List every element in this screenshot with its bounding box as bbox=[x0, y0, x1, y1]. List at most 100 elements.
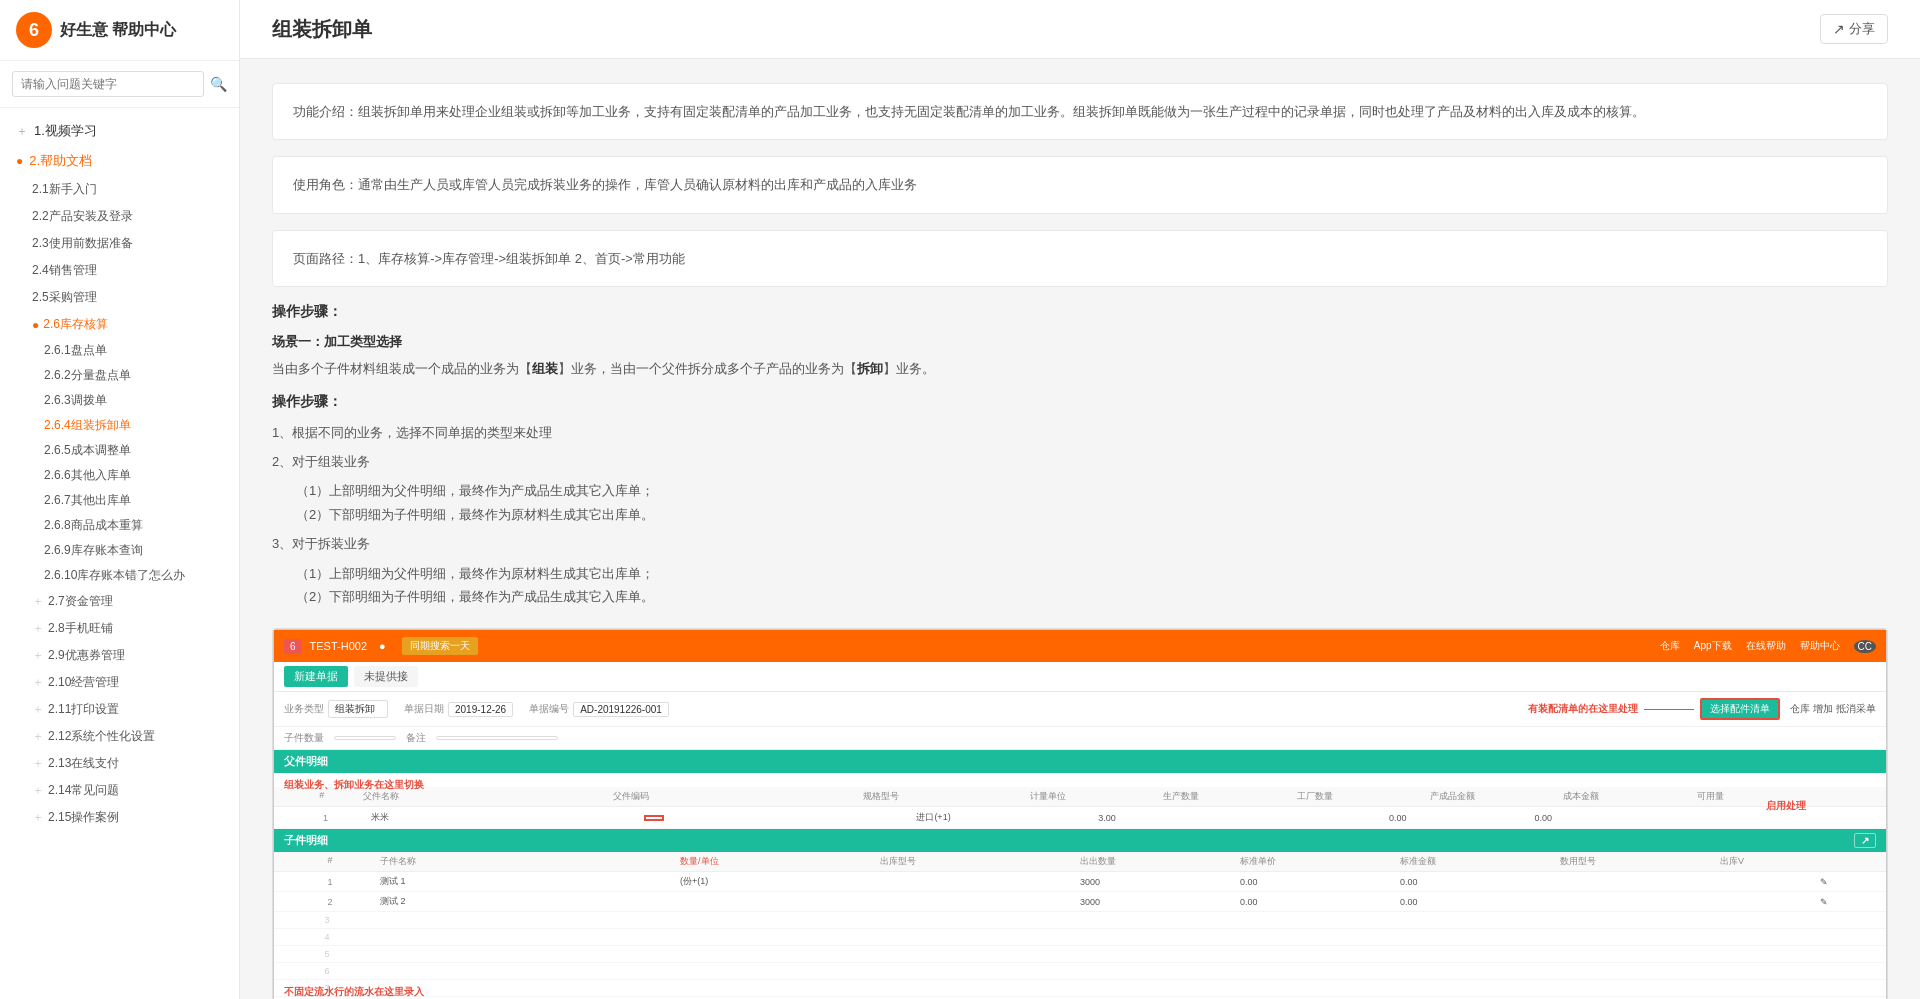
ops-steps-title: 操作步骤： bbox=[272, 393, 1888, 411]
sidebar-item-cost-recalc[interactable]: 2.6.8商品成本重算 bbox=[0, 513, 239, 538]
mock-tab-inactive[interactable]: 未提供接 bbox=[354, 666, 418, 687]
mock-lower-row5: 5 bbox=[274, 946, 1886, 963]
screenshot-container: 6 TEST-H002 ● 同期搜索一天 仓库 App下载 在线帮助 帮助中心 … bbox=[272, 628, 1888, 999]
disassemble-steps: （1）上部明细为父件明细，最终作为原材料生成其它出库单； （2）下部明细为子件明… bbox=[296, 562, 1888, 609]
mock-annotation-freeform: 不固定流水行的流水在这里录入 bbox=[284, 985, 424, 999]
sidebar-item-ledger-fix[interactable]: 2.6.10库存账本错了怎么办 bbox=[0, 563, 239, 588]
mock-upper-section: 父件明细 组装业务、拆卸业务在这里切换 # 父件名称 父件编码 规格型号 计量单… bbox=[274, 750, 1886, 829]
sidebar-item-print[interactable]: ＋ 2.11打印设置 bbox=[0, 696, 239, 723]
mock-lower-section: 子件明细 ↗ 启用处理 # 子件名称 数量/单位 出库型号 出出数量 标 bbox=[274, 829, 1886, 997]
sidebar-header: 6 好生意 帮助中心 bbox=[0, 0, 239, 61]
mock-lower-row1: 1 测试 1 (份+(1) 3000 0.00 0.00 ✎ bbox=[274, 872, 1886, 892]
mock-bom-btn[interactable]: 选择配件清单 bbox=[1700, 698, 1780, 720]
plus-small-icon5: ＋ bbox=[32, 701, 44, 718]
mock-field-type: 业务类型 组装拆卸 bbox=[284, 700, 388, 718]
mock-section-header-lower: 子件明细 ↗ bbox=[274, 829, 1886, 852]
info-block-role: 使用角色：通常由生产人员或库管人员完成拆装业务的操作，库管人员确认原材料的出库和… bbox=[272, 156, 1888, 213]
minus-small-icon: ● bbox=[32, 318, 39, 332]
mock-topbar: 6 TEST-H002 ● 同期搜索一天 仓库 App下载 在线帮助 帮助中心 … bbox=[274, 630, 1886, 662]
step2: 2、对于组装业务 bbox=[272, 450, 1888, 473]
info-block-feature: 功能介绍：组装拆卸单用来处理企业组装或拆卸等加工业务，支持有固定装配清单的产品加… bbox=[272, 83, 1888, 140]
sidebar-item-cases[interactable]: ＋ 2.15操作案例 bbox=[0, 804, 239, 831]
logo-icon: 6 bbox=[16, 12, 52, 48]
assemble-step-1: （1）上部明细为父件明细，最终作为产成品生成其它入库单； bbox=[296, 479, 1888, 502]
sidebar-item-stocktake[interactable]: 2.6.1盘点单 bbox=[0, 338, 239, 363]
plus-small-icon4: ＋ bbox=[32, 674, 44, 691]
sidebar-item-inventory[interactable]: ● 2.6库存核算 bbox=[0, 311, 239, 338]
plus-small-icon9: ＋ bbox=[32, 809, 44, 826]
mock-sync-btn[interactable]: 同期搜索一天 bbox=[402, 637, 478, 655]
mock-avatar: CC bbox=[1854, 640, 1876, 653]
sidebar-item-coupon[interactable]: ＋ 2.9优惠券管理 bbox=[0, 642, 239, 669]
sidebar-item-faq[interactable]: ＋ 2.14常见问题 bbox=[0, 777, 239, 804]
sidebar-item-sales[interactable]: 2.4销售管理 bbox=[0, 257, 239, 284]
mock-lower-row6: 6 bbox=[274, 963, 1886, 980]
sidebar-nav: ＋ 1.视频学习 ● 2.帮助文档 2.1新手入门 2.2产品安装及登录 2.3… bbox=[0, 108, 239, 999]
sidebar-item-transfer[interactable]: 2.6.3调拨单 bbox=[0, 388, 239, 413]
assemble-steps: （1）上部明细为父件明细，最终作为产成品生成其它入库单； （2）下部明细为子件明… bbox=[296, 479, 1888, 526]
sidebar-item-assembly[interactable]: 2.6.4组装拆卸单 bbox=[0, 413, 239, 438]
mock-secondbar: 新建单据 未提供接 bbox=[274, 662, 1886, 692]
disassemble-step-2: （2）下部明细为子件明细，最终作为产成品生成其它入库单。 bbox=[296, 585, 1888, 608]
mock-expand-btn[interactable]: ↗ bbox=[1854, 833, 1876, 848]
mock-upper-row1: 1 米米 进口(+1) 3.00 0.00 0.00 bbox=[274, 807, 1886, 829]
ops-title: 操作步骤： bbox=[272, 303, 1888, 321]
main-content: 组装拆卸单 ↗ 分享 功能介绍：组装拆卸单用来处理企业组装或拆卸等加工业务，支持… bbox=[240, 0, 1920, 999]
sidebar-item-payment[interactable]: ＋ 2.13在线支付 bbox=[0, 750, 239, 777]
search-input[interactable] bbox=[12, 71, 204, 97]
sidebar-item-video-learning[interactable]: ＋ 1.视频学习 bbox=[0, 116, 239, 146]
disassemble-step-1: （1）上部明细为父件明细，最终作为原材料生成其它出库单； bbox=[296, 562, 1888, 585]
sidebar-item-mobile[interactable]: ＋ 2.8手机旺铺 bbox=[0, 615, 239, 642]
sidebar-item-beginner[interactable]: 2.1新手入门 bbox=[0, 176, 239, 203]
share-button[interactable]: ↗ 分享 bbox=[1820, 14, 1888, 44]
mock-field-number: 单据编号 AD-20191226-001 bbox=[529, 702, 669, 717]
sidebar-item-customize[interactable]: ＋ 2.12系统个性化设置 bbox=[0, 723, 239, 750]
screenshot-wrapper: 6 TEST-H002 ● 同期搜索一天 仓库 App下载 在线帮助 帮助中心 … bbox=[273, 629, 1887, 999]
mock-upper-table-header: # 父件名称 父件编码 规格型号 计量单位 生产数量 工厂数量 产成品金额 成本… bbox=[274, 787, 1886, 807]
mock-lower-row4: 4 bbox=[274, 929, 1886, 946]
sidebar-item-help-docs[interactable]: ● 2.帮助文档 bbox=[0, 146, 239, 176]
sidebar-search: 🔍 bbox=[0, 61, 239, 108]
mock-lower-row7: 7 bbox=[274, 980, 1886, 997]
info-block-path: 页面路径：1、库存核算->库存管理->组装拆卸单 2、首页->常用功能 bbox=[272, 230, 1888, 287]
mock-app: 6 TEST-H002 ● 同期搜索一天 仓库 App下载 在线帮助 帮助中心 … bbox=[273, 629, 1887, 999]
sidebar-item-ops-mgmt[interactable]: ＋ 2.10经营管理 bbox=[0, 669, 239, 696]
mock-lower-row3: 3 bbox=[274, 912, 1886, 929]
mock-annotation-enable: 启用处理 bbox=[1766, 799, 1806, 813]
sidebar-item-partial-stocktake[interactable]: 2.6.2分量盘点单 bbox=[0, 363, 239, 388]
plus-small-icon8: ＋ bbox=[32, 782, 44, 799]
ops-section: 操作步骤： 场景一：加工类型选择 当由多个子件材料组装成一个成品的业务为【组装】… bbox=[272, 303, 1888, 608]
sidebar-item-cost-adjust[interactable]: 2.6.5成本调整单 bbox=[0, 438, 239, 463]
mock-nav-warehouse: 仓库 bbox=[1660, 639, 1680, 653]
mock-nav-helpcenter: 帮助中心 bbox=[1800, 639, 1840, 653]
mock-id: TEST-H002 bbox=[310, 640, 367, 652]
sidebar-item-data-prep[interactable]: 2.3使用前数据准备 bbox=[0, 230, 239, 257]
mock-form-row2: 子件数量 备注 bbox=[274, 727, 1886, 750]
plus-small-icon7: ＋ bbox=[32, 755, 44, 772]
mock-tab-active[interactable]: 新建单据 bbox=[284, 666, 348, 687]
mock-annotation-type: 组装业务、拆卸业务在这里切换 bbox=[284, 778, 424, 792]
scene1-title: 场景一：加工类型选择 bbox=[272, 333, 1888, 351]
sidebar-item-other-outbound[interactable]: 2.6.7其他出库单 bbox=[0, 488, 239, 513]
search-icon[interactable]: 🔍 bbox=[210, 76, 227, 92]
plus-small-icon6: ＋ bbox=[32, 728, 44, 745]
page-title: 组装拆卸单 bbox=[272, 16, 372, 43]
mock-section-header-upper: 父件明细 bbox=[274, 750, 1886, 773]
mock-lower-row2: 2 测试 2 3000 0.00 0.00 ✎ bbox=[274, 892, 1886, 912]
step3: 3、对于拆装业务 bbox=[272, 532, 1888, 555]
sidebar-item-inventory-ledger[interactable]: 2.6.9库存账本查询 bbox=[0, 538, 239, 563]
scene1-desc: 当由多个子件材料组装成一个成品的业务为【组装】业务，当由一个父件拆分成多个子产品… bbox=[272, 357, 1888, 380]
mock-nav-help: 在线帮助 bbox=[1746, 639, 1786, 653]
sidebar-item-purchase[interactable]: 2.5采购管理 bbox=[0, 284, 239, 311]
mock-field-date: 单据日期 2019-12-26 bbox=[404, 702, 513, 717]
plus-small-icon2: ＋ bbox=[32, 620, 44, 637]
assemble-step-2: （2）下部明细为子件明细，最终作为原材料生成其它出库单。 bbox=[296, 503, 1888, 526]
plus-icon: ＋ bbox=[16, 123, 28, 140]
mock-status-dot: ● bbox=[379, 640, 386, 652]
mock-annotation-bom: 有装配清单的在这里处理 选择配件清单 仓库 增加 抵消采单 bbox=[1528, 698, 1876, 720]
sidebar-item-install[interactable]: 2.2产品安装及登录 bbox=[0, 203, 239, 230]
mock-nav-app: App下载 bbox=[1694, 639, 1732, 653]
sidebar-item-other-inbound[interactable]: 2.6.6其他入库单 bbox=[0, 463, 239, 488]
logo-text: 好生意 帮助中心 bbox=[60, 20, 176, 41]
sidebar-item-finance[interactable]: ＋ 2.7资金管理 bbox=[0, 588, 239, 615]
